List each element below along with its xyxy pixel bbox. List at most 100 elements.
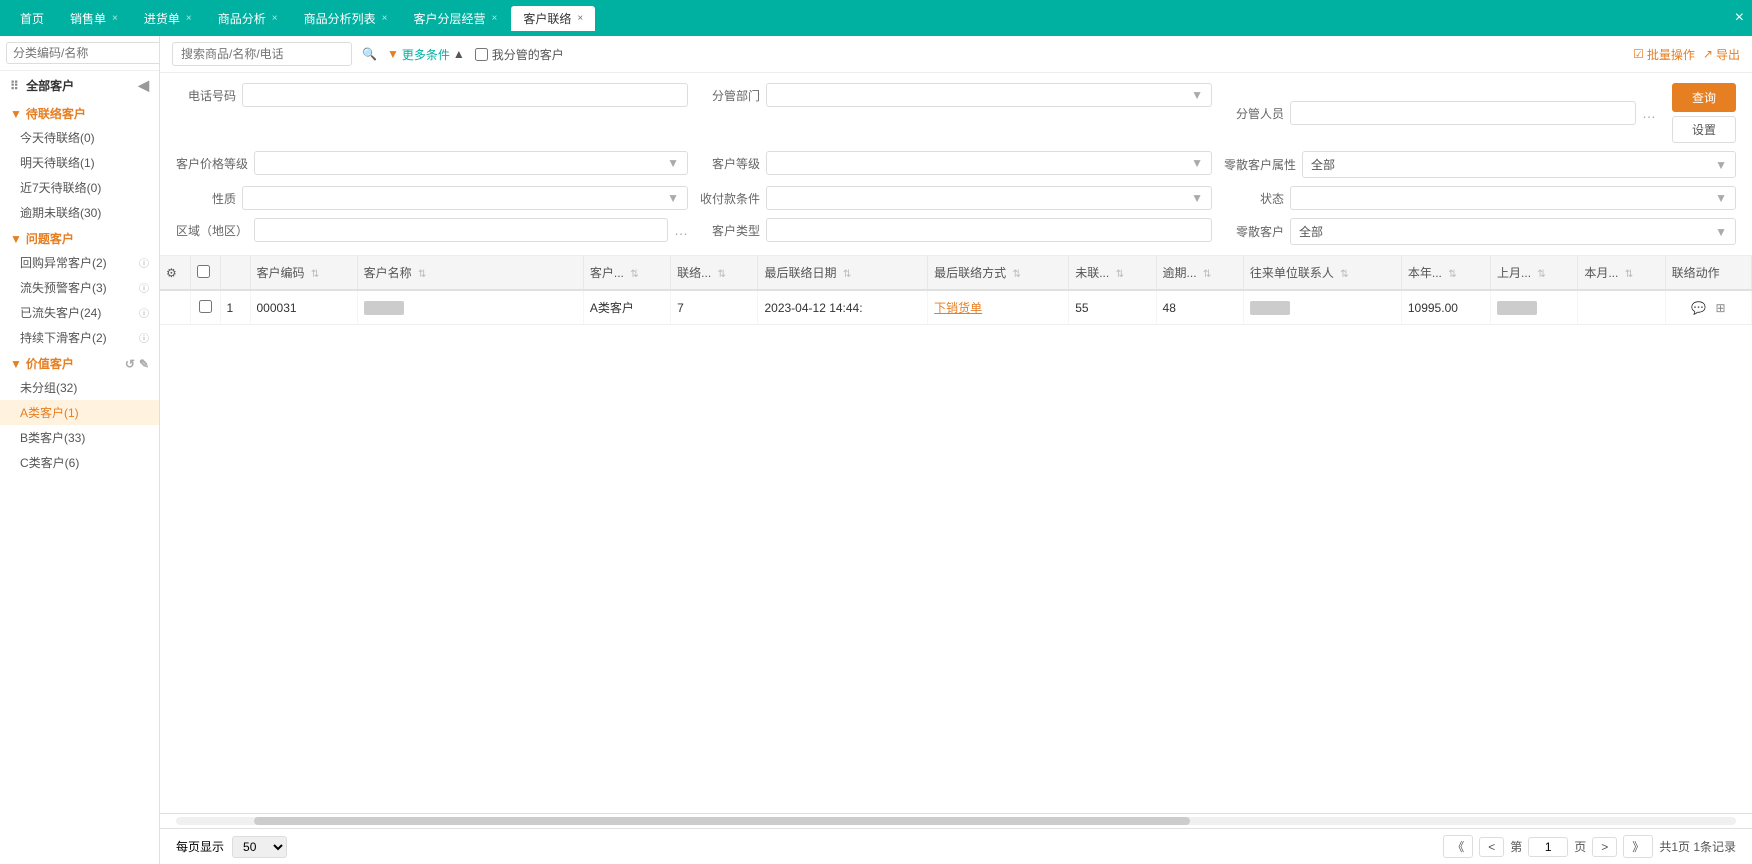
input-region[interactable] (254, 218, 668, 242)
input-manager[interactable] (1290, 101, 1636, 125)
sidebar-all-customers[interactable]: ⠿ 全部客户 ◀ (0, 71, 159, 100)
tab-customer-contact[interactable]: 客户联络 × (511, 6, 595, 31)
sidebar-item-overdue[interactable]: 逾期未联络(30) (0, 200, 159, 225)
sidebar-item-c-class[interactable]: C类客户(6) (0, 450, 159, 475)
export-btn[interactable]: ↗ 导出 (1703, 46, 1740, 63)
select-all-checkbox[interactable] (197, 265, 210, 278)
more-icon-manager[interactable]: … (1642, 105, 1656, 121)
sort-uncontacted-icon: ⇅ (1116, 269, 1124, 280)
filter-search-btn[interactable]: 🔍 (362, 47, 377, 61)
sidebar-item-repurchase-abnormal[interactable]: 回购异常客户(2) ⓘ (0, 250, 159, 275)
select-nature[interactable]: ▼ (242, 186, 688, 210)
th-last-month[interactable]: 上月... ⇅ (1491, 256, 1578, 290)
last-method-link[interactable]: 下销货单 (934, 301, 982, 315)
th-uncontacted[interactable]: 未联... ⇅ (1069, 256, 1156, 290)
tab-goods-analysis[interactable]: 商品分析 × (206, 6, 290, 31)
value-edit-icon[interactable]: ✎ (139, 357, 149, 371)
select-dept[interactable]: ▼ (766, 83, 1212, 107)
th-last-method-label: 最后联络方式 (934, 266, 1006, 280)
th-unit-contact[interactable]: 往来单位联系人 ⇅ (1243, 256, 1401, 290)
table-container: ⚙ 客户编码 ⇅ 客户名称 ⇅ (160, 256, 1752, 813)
query-btn[interactable]: 查询 (1672, 83, 1736, 112)
horizontal-scrollbar[interactable] (160, 813, 1752, 828)
action-chat-icon[interactable]: 💬 (1691, 301, 1706, 315)
filter-more-btn[interactable]: ▼ 更多条件 ▲ (387, 46, 465, 63)
th-overdue-label: 逾期... (1163, 266, 1197, 280)
page-size-select[interactable]: 10 20 50 100 (232, 836, 287, 858)
close-all-btn[interactable]: × (1735, 9, 1744, 27)
select-price-level[interactable]: ▼ (254, 151, 688, 175)
action-qr-icon[interactable]: ⊞ (1715, 301, 1725, 315)
input-phone[interactable] (242, 83, 688, 107)
close-purchase-icon[interactable]: × (186, 13, 192, 24)
scroll-track (176, 817, 1736, 825)
select-scatter[interactable]: 全部 ▼ (1290, 218, 1736, 245)
first-page-btn[interactable]: 《 (1443, 835, 1473, 858)
row-checkbox[interactable] (199, 300, 212, 313)
close-sales-icon[interactable]: × (112, 13, 118, 24)
row-check[interactable] (190, 290, 220, 325)
page-input[interactable] (1528, 837, 1568, 857)
row-overdue: 48 (1156, 290, 1243, 325)
sidebar-item-declining[interactable]: 持续下滑客户(2) ⓘ (0, 325, 159, 350)
th-last-date[interactable]: 最后联络日期 ⇅ (758, 256, 928, 290)
row-action[interactable]: 💬 ⊞ (1665, 290, 1751, 325)
sidebar-search-input[interactable] (6, 42, 160, 64)
last-month-blurred (1497, 301, 1537, 315)
row-last-date: 2023-04-12 14:44: (758, 290, 928, 325)
scroll-thumb[interactable] (254, 817, 1190, 825)
close-goods-list-icon[interactable]: × (382, 13, 388, 24)
close-customer-tier-icon[interactable]: × (491, 13, 497, 24)
sidebar-item-a-class[interactable]: A类客户(1) (0, 400, 159, 425)
section-problem: ▼ 问题客户 (0, 225, 159, 250)
settings-btn[interactable]: 设置 (1672, 116, 1736, 143)
value-refresh-icon[interactable]: ↺ (125, 357, 135, 371)
th-overdue[interactable]: 逾期... ⇅ (1156, 256, 1243, 290)
th-this-month[interactable]: 本月... ⇅ (1578, 256, 1665, 290)
close-customer-contact-icon[interactable]: × (577, 13, 583, 24)
my-customers-checkbox[interactable]: 我分管的客户 (475, 46, 564, 63)
tab-customer-tier[interactable]: 客户分层经营 × (401, 6, 509, 31)
th-name[interactable]: 客户名称 ⇅ (357, 256, 583, 290)
th-check[interactable] (190, 256, 220, 290)
select-scatter-attr[interactable]: 全部 ▼ (1302, 151, 1736, 178)
row-unit-contact: RE . (1243, 290, 1401, 325)
th-contacts[interactable]: 联络... ⇅ (671, 256, 758, 290)
sort-last-month-icon: ⇅ (1537, 269, 1545, 280)
filter-row-scatter: 零散客户 全部 ▼ (1224, 218, 1736, 245)
tab-purchase[interactable]: 进货单 × (132, 6, 204, 31)
row-last-method[interactable]: 下销货单 (928, 290, 1069, 325)
sidebar-item-churn-warning[interactable]: 流失预警客户(3) ⓘ (0, 275, 159, 300)
page-label: 第 (1510, 838, 1522, 855)
th-type[interactable]: 客户... ⇅ (583, 256, 670, 290)
sidebar-item-tomorrow[interactable]: 明天待联络(1) (0, 150, 159, 175)
last-page-btn[interactable]: 》 (1623, 835, 1653, 858)
my-customers-check[interactable] (475, 48, 488, 61)
sidebar-item-b-class[interactable]: B类客户(33) (0, 425, 159, 450)
sidebar-item-churned[interactable]: 已流失客户(24) ⓘ (0, 300, 159, 325)
filter-search-input[interactable] (172, 42, 352, 66)
th-contacts-label: 联络... (677, 266, 711, 280)
next-page-btn[interactable]: > (1592, 837, 1617, 857)
more-icon-region[interactable]: … (674, 222, 688, 238)
sidebar-item-today[interactable]: 今天待联络(0) (0, 125, 159, 150)
prev-page-btn[interactable]: < (1479, 837, 1504, 857)
select-status[interactable]: ▼ (1290, 186, 1736, 210)
th-code[interactable]: 客户编码 ⇅ (250, 256, 357, 290)
batch-op-btn[interactable]: ☑ 批量操作 (1633, 46, 1695, 63)
select-customer-level[interactable]: ▼ (766, 151, 1212, 175)
sort-last-method-icon: ⇅ (1013, 269, 1021, 280)
filter-toolbar: 🔍 ▼ 更多条件 ▲ 我分管的客户 ☑ 批量操作 ↗ 导出 (160, 36, 1752, 73)
select-payment[interactable]: ▼ (766, 186, 1212, 210)
gear-icon-header[interactable]: ⚙ (166, 266, 177, 280)
tab-sales[interactable]: 销售单 × (58, 6, 130, 31)
th-gear[interactable]: ⚙ (160, 256, 190, 290)
tab-home[interactable]: 首页 (8, 6, 56, 31)
close-goods-analysis-icon[interactable]: × (272, 13, 278, 24)
th-this-year[interactable]: 本年... ⇅ (1401, 256, 1490, 290)
tab-goods-list[interactable]: 商品分析列表 × (292, 6, 400, 31)
th-last-method[interactable]: 最后联络方式 ⇅ (928, 256, 1069, 290)
sidebar-item-ungrouped[interactable]: 未分组(32) (0, 375, 159, 400)
sidebar-item-7days[interactable]: 近7天待联络(0) (0, 175, 159, 200)
input-customer-type[interactable] (766, 218, 1212, 242)
